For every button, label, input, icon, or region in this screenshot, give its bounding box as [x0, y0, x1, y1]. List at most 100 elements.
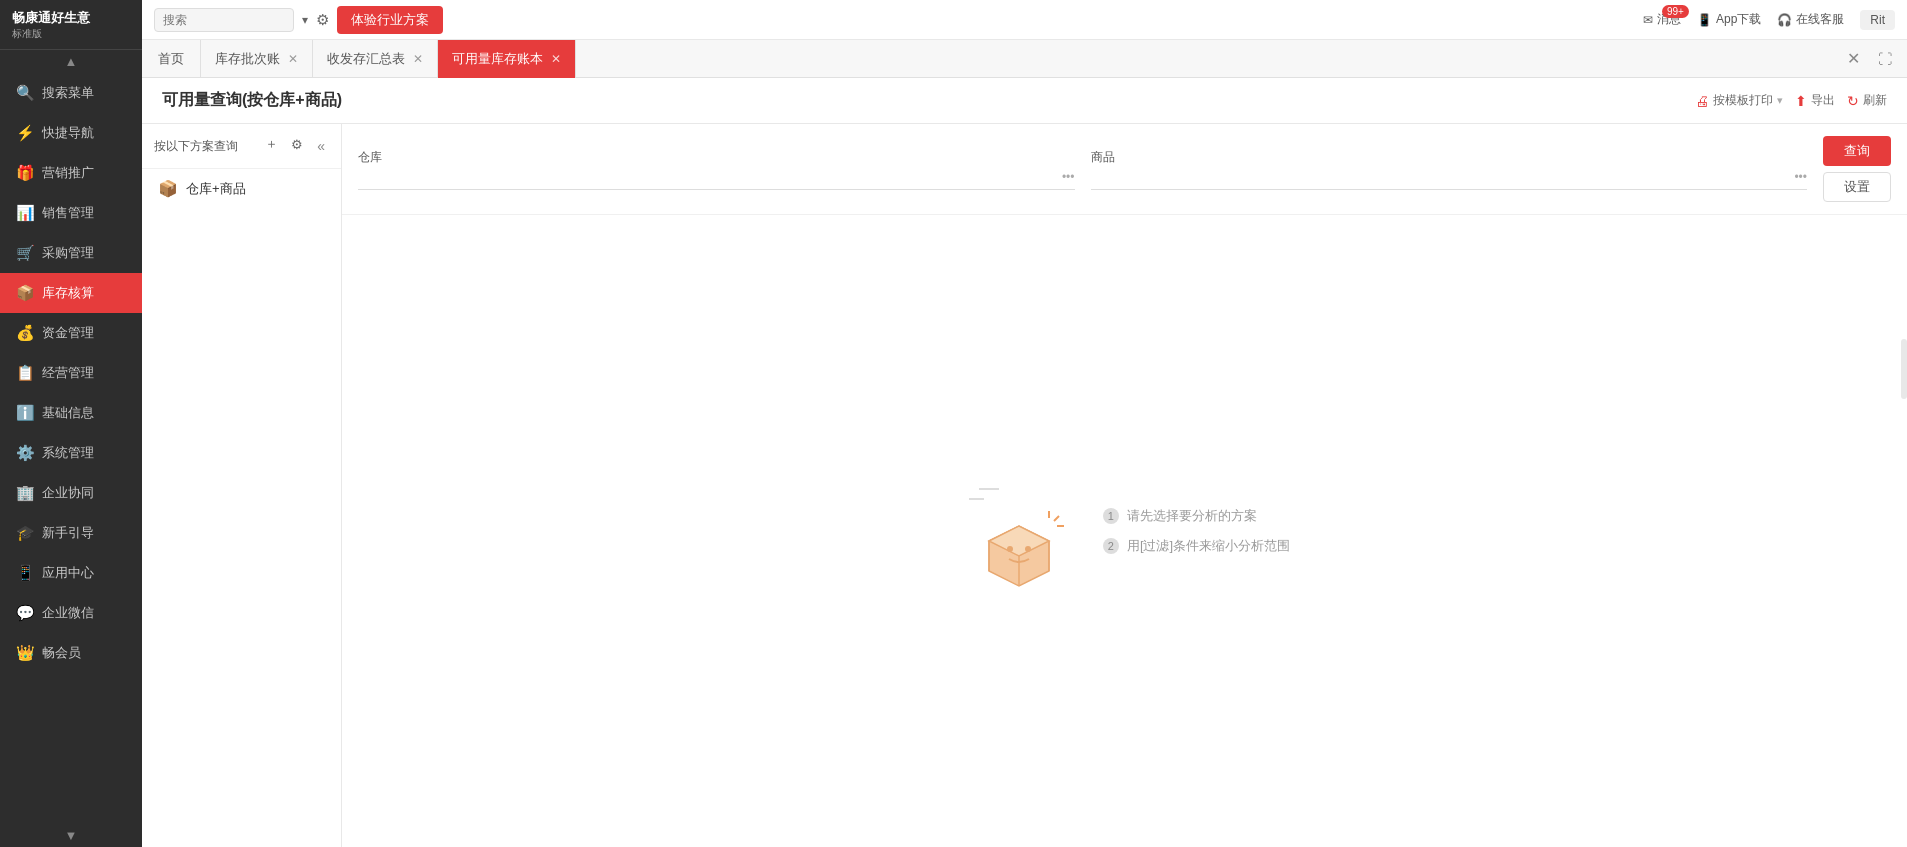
page-title: 可用量查询(按仓库+商品) — [162, 90, 342, 111]
tab-close-icon[interactable]: ✕ — [551, 52, 561, 66]
export-label: 导出 — [1811, 92, 1835, 109]
tabbar-right: ✕ ⛶ — [1839, 45, 1907, 73]
vip-icon: 👑 — [16, 644, 34, 662]
product-more-icon[interactable]: ••• — [1794, 170, 1807, 184]
sidebar-item-operation[interactable]: 📋 经营管理 — [0, 353, 142, 393]
tabbar-expand-button[interactable]: ⛶ — [1871, 45, 1899, 73]
sidebar-item-vip[interactable]: 👑 畅会员 — [0, 633, 142, 673]
search-icon: 🔍 — [16, 84, 34, 102]
svg-line-9 — [1054, 516, 1059, 521]
settings-scheme-btn[interactable]: ⚙ — [287, 134, 307, 154]
industry-btn[interactable]: 体验行业方案 — [337, 6, 443, 34]
purchase-icon: 🛒 — [16, 244, 34, 262]
topbar-search-input[interactable] — [154, 8, 294, 32]
brand-version: 标准版 — [12, 27, 130, 41]
tab-label: 收发存汇总表 — [327, 50, 405, 68]
sidebar-item-system[interactable]: ⚙️ 系统管理 — [0, 433, 142, 473]
service-label: 在线客服 — [1796, 11, 1844, 28]
svg-point-7 — [1007, 546, 1013, 552]
query-button[interactable]: 查询 — [1823, 136, 1891, 166]
topbar-msg[interactable]: ✉ 消息 99+ — [1643, 11, 1681, 28]
sidebar-item-app-center[interactable]: 📱 应用中心 — [0, 553, 142, 593]
product-input[interactable] — [1091, 170, 1791, 185]
tab-label: 可用量库存账本 — [452, 50, 543, 68]
quick-nav-icon: ⚡ — [16, 124, 34, 142]
sidebar-item-label: 快捷导航 — [42, 124, 94, 142]
tab-batch-ledger[interactable]: 库存批次账 ✕ — [201, 40, 313, 78]
svg-point-8 — [1025, 546, 1031, 552]
app-center-icon: 📱 — [16, 564, 34, 582]
sidebar-brand: 畅康通好生意 标准版 — [0, 0, 142, 50]
empty-hint-2-label: 用[过滤]条件来缩小分析范围 — [1127, 537, 1290, 555]
system-icon: ⚙️ — [16, 444, 34, 462]
print-btn[interactable]: 🖨 按模板打印 ▾ — [1695, 92, 1783, 109]
sidebar-scroll-up[interactable]: ▲ — [0, 50, 142, 73]
user-label: Rit — [1870, 13, 1885, 27]
sidebar-item-search[interactable]: 🔍 搜索菜单 — [0, 73, 142, 113]
tab-home[interactable]: 首页 — [142, 40, 201, 78]
sidebar-item-label: 销售管理 — [42, 204, 94, 222]
refresh-label: 刷新 — [1863, 92, 1887, 109]
left-panel-header: 按以下方案查询 ＋ ⚙ « — [142, 124, 341, 169]
sidebar-item-label: 应用中心 — [42, 564, 94, 582]
filter-settings-button[interactable]: 设置 — [1823, 172, 1891, 202]
scheme-item-label: 仓库+商品 — [186, 180, 246, 198]
sidebar-item-marketing[interactable]: 🎁 营销推广 — [0, 153, 142, 193]
filter-actions: 查询 设置 — [1823, 136, 1891, 202]
newbie-icon: 🎓 — [16, 524, 34, 542]
tab-close-icon[interactable]: ✕ — [288, 52, 298, 66]
topbar-app[interactable]: 📱 App下载 — [1697, 11, 1761, 28]
warehouse-more-icon[interactable]: ••• — [1062, 170, 1075, 184]
sidebar-item-label: 畅会员 — [42, 644, 81, 662]
sidebar-item-label: 系统管理 — [42, 444, 94, 462]
tabbar-close-button[interactable]: ✕ — [1839, 45, 1867, 73]
sidebar-item-label: 采购管理 — [42, 244, 94, 262]
topbar-service[interactable]: 🎧 在线客服 — [1777, 11, 1844, 28]
scheme-item-warehouse-product[interactable]: 📦 仓库+商品 — [142, 169, 341, 208]
add-scheme-btn[interactable]: ＋ — [261, 134, 281, 154]
empty-illustration — [959, 471, 1079, 591]
app-icon: 📱 — [1697, 13, 1712, 27]
sidebar-item-label: 企业微信 — [42, 604, 94, 622]
topbar-user[interactable]: Rit — [1860, 10, 1895, 30]
sidebar: 畅康通好生意 标准版 ▲ 🔍 搜索菜单 ⚡ 快捷导航 🎁 营销推广 📊 销售管理… — [0, 0, 142, 847]
warehouse-filter-label: 仓库 — [358, 149, 1075, 166]
empty-hint-2: 2 用[过滤]条件来缩小分析范围 — [1103, 537, 1290, 555]
sidebar-item-wechat[interactable]: 💬 企业微信 — [0, 593, 142, 633]
sidebar-item-finance[interactable]: 💰 资金管理 — [0, 313, 142, 353]
sidebar-item-newbie[interactable]: 🎓 新手引导 — [0, 513, 142, 553]
operation-icon: 📋 — [16, 364, 34, 382]
sidebar-item-quick-nav[interactable]: ⚡ 快捷导航 — [0, 113, 142, 153]
sidebar-item-basic-info[interactable]: ℹ️ 基础信息 — [0, 393, 142, 433]
sidebar-item-inventory[interactable]: 📦 库存核算 — [0, 273, 142, 313]
print-icon: 🖨 — [1695, 93, 1709, 109]
warehouse-input-wrap: ••• — [358, 170, 1075, 190]
msg-icon: ✉ — [1643, 13, 1653, 27]
product-input-wrap: ••• — [1091, 170, 1808, 190]
brand-name: 畅康通好生意 — [12, 10, 130, 27]
collapse-btn[interactable]: « — [313, 134, 329, 158]
empty-hint-1: 1 请先选择要分析的方案 — [1103, 507, 1290, 525]
warehouse-input[interactable] — [358, 170, 1058, 185]
sidebar-scroll-down[interactable]: ▼ — [0, 824, 142, 847]
sidebar-item-corp[interactable]: 🏢 企业协同 — [0, 473, 142, 513]
topbar: ▾ ⚙ 体验行业方案 ✉ 消息 99+ 📱 App下载 🎧 在线客服 Rit — [142, 0, 1907, 40]
sidebar-item-label: 基础信息 — [42, 404, 94, 422]
export-btn[interactable]: ⬆ 导出 — [1795, 92, 1835, 109]
print-dropdown-icon[interactable]: ▾ — [1777, 94, 1783, 107]
refresh-btn[interactable]: ↻ 刷新 — [1847, 92, 1887, 109]
tab-stock-summary[interactable]: 收发存汇总表 ✕ — [313, 40, 438, 78]
tab-close-icon[interactable]: ✕ — [413, 52, 423, 66]
sidebar-item-purchase[interactable]: 🛒 采购管理 — [0, 233, 142, 273]
tabbar: 首页 库存批次账 ✕ 收发存汇总表 ✕ 可用量库存账本 ✕ ✕ ⛶ — [142, 40, 1907, 78]
right-scrollbar[interactable] — [1901, 339, 1907, 399]
product-filter-label: 商品 — [1091, 149, 1808, 166]
msg-badge: 99+ — [1662, 5, 1689, 18]
filter-bar: 仓库 ••• 商品 ••• 查询 设置 — [342, 124, 1907, 215]
topbar-gear-icon[interactable]: ⚙ — [316, 11, 329, 29]
product-filter: 商品 ••• — [1091, 149, 1808, 190]
sidebar-item-sales[interactable]: 📊 销售管理 — [0, 193, 142, 233]
topbar-dropdown-icon[interactable]: ▾ — [302, 13, 308, 27]
tab-available-ledger[interactable]: 可用量库存账本 ✕ — [438, 40, 576, 78]
right-panel: 仓库 ••• 商品 ••• 查询 设置 — [342, 124, 1907, 847]
